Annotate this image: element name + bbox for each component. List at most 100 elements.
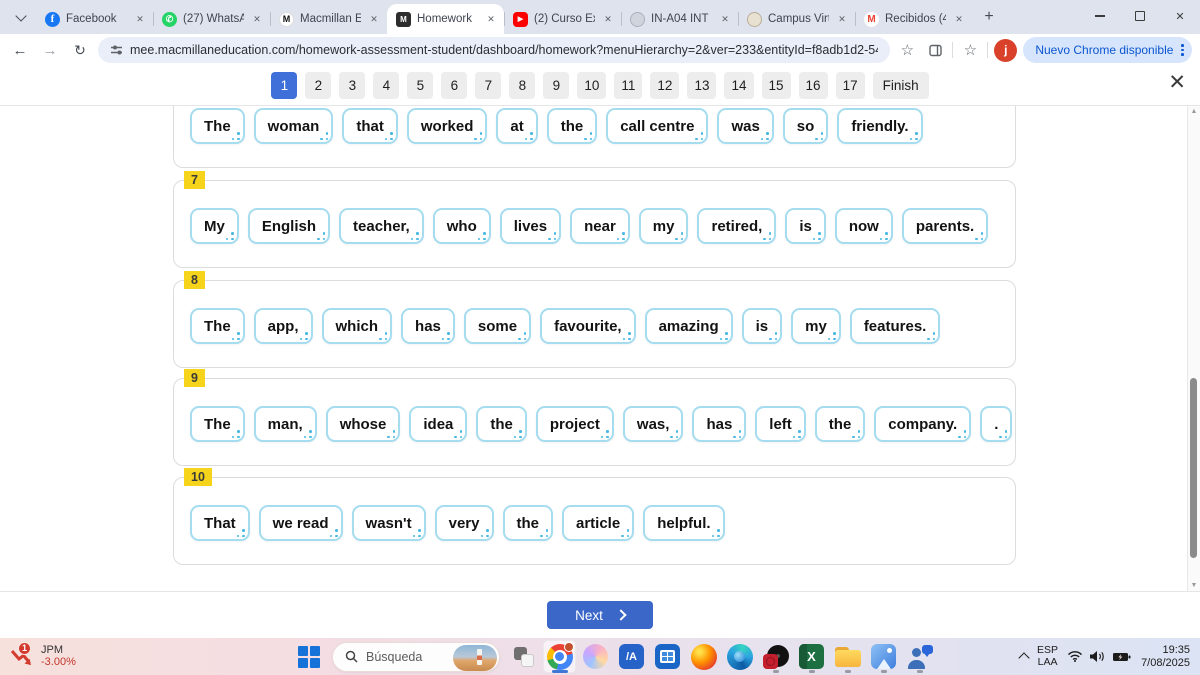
word-tile[interactable]: The <box>190 108 245 144</box>
word-tile[interactable]: call centre <box>606 108 709 144</box>
scrollbar[interactable] <box>1187 106 1200 592</box>
word-tile[interactable]: very <box>434 505 494 541</box>
task-view-button[interactable] <box>507 640 540 673</box>
file-explorer-button[interactable] <box>831 640 864 673</box>
tab-close-icon[interactable] <box>250 12 264 26</box>
forward-button[interactable] <box>38 38 62 62</box>
page-button[interactable]: 5 <box>407 72 434 99</box>
bookmark-star-icon[interactable] <box>896 39 918 61</box>
browser-tab[interactable]: Campus Virtual U <box>738 4 855 34</box>
page-button[interactable]: 2 <box>305 72 332 99</box>
browser-tab[interactable]: IN-A04 INT PRO <box>621 4 738 34</box>
word-tile[interactable]: features. <box>849 308 941 344</box>
search-highlight-thumbnail[interactable] <box>453 644 497 671</box>
page-button[interactable]: 9 <box>543 72 570 99</box>
back-button[interactable] <box>8 38 32 62</box>
restore-button[interactable] <box>1120 0 1160 32</box>
word-tile[interactable]: so <box>782 108 829 144</box>
word-tile[interactable]: parents. <box>901 208 989 244</box>
extensions-star-icon[interactable] <box>959 39 981 61</box>
page-button[interactable]: 1 <box>271 72 298 99</box>
word-tile[interactable]: near <box>570 208 630 244</box>
word-tile[interactable]: English <box>247 208 331 244</box>
word-tile[interactable]: favourite, <box>540 308 636 344</box>
photos-button[interactable] <box>867 640 900 673</box>
word-tile[interactable]: was <box>717 108 774 144</box>
browser-tab[interactable]: Facebook <box>36 4 153 34</box>
word-tile[interactable]: my <box>791 308 841 344</box>
page-button[interactable]: 6 <box>441 72 468 99</box>
profile-avatar[interactable]: j <box>994 38 1018 62</box>
ia-app-button[interactable]: /A <box>615 640 648 673</box>
page-button[interactable]: 16 <box>798 72 828 99</box>
tray-overflow-icon[interactable] <box>1018 652 1030 664</box>
word-tile[interactable]: wasn't <box>351 505 426 541</box>
browser-tab[interactable]: (27) WhatsApp B <box>153 4 270 34</box>
new-tab-button[interactable] <box>976 4 1002 30</box>
word-tile[interactable]: That <box>190 505 250 541</box>
word-tile[interactable]: is <box>785 208 826 244</box>
word-tile[interactable]: who <box>432 208 491 244</box>
firefox-button[interactable] <box>687 640 720 673</box>
word-tile[interactable]: teacher, <box>339 208 424 244</box>
page-button[interactable]: 10 <box>577 72 607 99</box>
chrome-update-button[interactable]: Nuevo Chrome disponible <box>1023 37 1192 63</box>
stock-widget[interactable]: 1 JPM -3.00% <box>10 638 76 675</box>
language-indicator[interactable]: ESP LAA <box>1037 644 1058 668</box>
page-button[interactable]: 13 <box>687 72 717 99</box>
word-tile[interactable]: helpful. <box>643 505 725 541</box>
tab-close-icon[interactable] <box>484 12 498 26</box>
browser-tab[interactable]: Recibidos (4.232 <box>855 4 972 34</box>
battery-icon[interactable] <box>1112 651 1132 663</box>
word-tile[interactable]: project <box>535 406 614 442</box>
tab-search-button[interactable] <box>8 4 34 30</box>
address-bar[interactable]: mee.macmillaneducation.com/homework-asse… <box>98 37 891 63</box>
reload-button[interactable] <box>68 38 92 62</box>
word-tile[interactable]: article <box>562 505 635 541</box>
word-tile[interactable]: we read <box>258 505 343 541</box>
media-app-button[interactable] <box>759 640 792 673</box>
word-tile[interactable]: worked <box>406 108 488 144</box>
store-button[interactable] <box>651 640 684 673</box>
word-tile[interactable]: idea <box>409 406 468 442</box>
tab-close-icon[interactable] <box>718 12 732 26</box>
word-tile[interactable]: The <box>190 406 245 442</box>
close-window-button[interactable] <box>1160 0 1200 32</box>
wifi-icon[interactable] <box>1067 650 1083 663</box>
word-tile[interactable]: man, <box>253 406 317 442</box>
word-tile[interactable]: The <box>190 308 245 344</box>
word-tile[interactable]: the <box>814 406 866 442</box>
word-tile[interactable]: whose <box>325 406 401 442</box>
tab-close-icon[interactable] <box>367 12 381 26</box>
page-button[interactable]: 8 <box>509 72 536 99</box>
word-tile[interactable]: now <box>834 208 893 244</box>
word-tile[interactable]: which <box>321 308 393 344</box>
page-button[interactable]: 14 <box>724 72 754 99</box>
close-quiz-icon[interactable] <box>1168 72 1186 93</box>
site-settings-icon[interactable] <box>110 44 123 56</box>
taskbar-search[interactable]: Búsqueda <box>332 641 500 672</box>
browser-tab[interactable]: Macmillan Educa <box>270 4 387 34</box>
copilot-button[interactable] <box>579 640 612 673</box>
word-tile[interactable]: the <box>476 406 527 442</box>
finish-button[interactable]: Finish <box>872 72 929 99</box>
volume-icon[interactable] <box>1089 650 1106 663</box>
word-tile[interactable]: friendly. <box>837 108 923 144</box>
edge-button[interactable] <box>723 640 756 673</box>
page-button[interactable]: 11 <box>614 72 643 99</box>
tab-close-icon[interactable] <box>952 12 966 26</box>
browser-tab[interactable]: Homework <box>387 4 504 34</box>
word-tile[interactable]: lives <box>499 208 562 244</box>
word-tile[interactable]: retired, <box>697 208 777 244</box>
word-tile[interactable]: app, <box>253 308 313 344</box>
word-tile[interactable]: that <box>342 108 398 144</box>
page-button[interactable]: 7 <box>475 72 502 99</box>
minimize-button[interactable] <box>1080 0 1120 32</box>
page-button[interactable]: 17 <box>835 72 865 99</box>
chat-button[interactable] <box>903 640 936 673</box>
page-button[interactable]: 15 <box>761 72 791 99</box>
word-tile[interactable]: My <box>190 208 239 244</box>
word-tile[interactable]: is <box>741 308 783 344</box>
word-tile[interactable]: has <box>401 308 455 344</box>
word-tile[interactable]: at <box>496 108 538 144</box>
